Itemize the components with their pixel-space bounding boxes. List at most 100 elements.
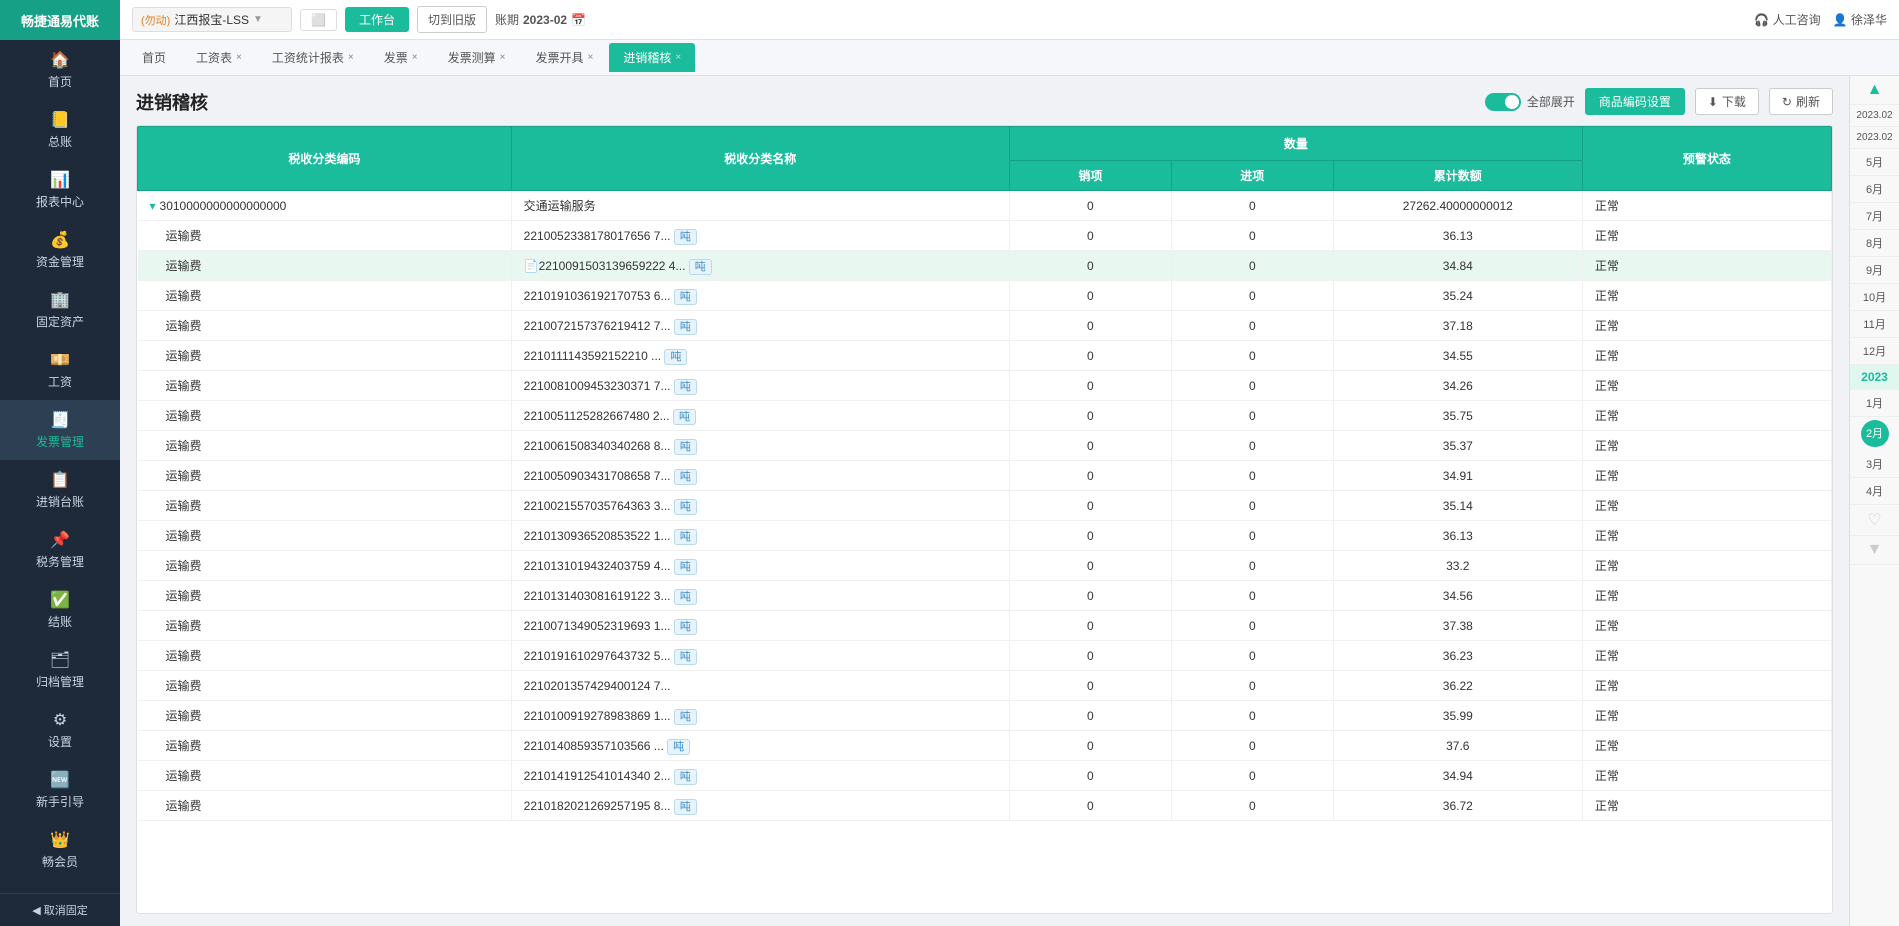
col-sales: 销项 <box>1009 161 1171 191</box>
row-total: 34.94 <box>1333 761 1582 791</box>
nav-down[interactable]: ▼ <box>1850 536 1899 565</box>
row-status: 正常 <box>1582 611 1831 641</box>
company-tag: (勿动) <box>141 12 170 28</box>
expand-toggle[interactable]: 全部展开 <box>1485 93 1575 111</box>
avatar-icon: 👤 <box>1833 13 1848 27</box>
user-label[interactable]: 👤 徐泽华 <box>1833 11 1887 28</box>
company-name: 江西报宝-LSS <box>174 11 249 28</box>
collapse-icon[interactable]: ▾ <box>150 199 156 213</box>
toggle-track[interactable] <box>1485 93 1521 111</box>
sidebar-item-checkout[interactable]: ✅ 结账 <box>0 580 120 640</box>
row-input: 0 <box>1171 311 1333 341</box>
table-row: 运输费 2210081009453230371 7... 吨 0 0 34.26… <box>138 371 1832 401</box>
table-row: 运输费 2210052338178017656 7... 吨 0 0 36.13… <box>138 221 1832 251</box>
tab-home[interactable]: 首页 <box>128 43 180 72</box>
row-status: 正常 <box>1582 371 1831 401</box>
month-12[interactable]: 12月 <box>1850 338 1899 365</box>
row-code: 运输费 <box>138 611 512 641</box>
month-5[interactable]: 5月 <box>1850 149 1899 176</box>
close-icon[interactable]: × <box>348 52 354 63</box>
reports-icon: 📊 <box>50 170 70 190</box>
sidebar-item-member[interactable]: 👑 畅会员 <box>0 820 120 880</box>
download-button[interactable]: ⬇ 下载 <box>1695 88 1759 115</box>
month-10[interactable]: 10月 <box>1850 284 1899 311</box>
sidebar-item-label: 畅会员 <box>42 853 78 870</box>
table-row: 运输费 2210072157376219412 7... 吨 0 0 37.18… <box>138 311 1832 341</box>
row-input: 0 <box>1171 401 1333 431</box>
month-3[interactable]: 3月 <box>1850 451 1899 478</box>
document-icon[interactable]: 📄 <box>524 259 539 273</box>
copy-button[interactable]: ⬜ <box>300 9 337 31</box>
col-quantity: 数量 <box>1009 127 1582 161</box>
sidebar-item-label: 报表中心 <box>36 193 84 210</box>
unpin-button[interactable]: ◀︎ 取消固定 <box>0 893 120 926</box>
year-month-2023-02-top: 2023.02 <box>1850 105 1899 127</box>
unit-tag: 吨 <box>674 799 697 815</box>
unit-tag: 吨 <box>674 289 697 305</box>
tab-invoice-calc[interactable]: 发票测算 × <box>434 43 520 72</box>
sidebar-item-assets[interactable]: 🏢 固定资产 <box>0 280 120 340</box>
month-6[interactable]: 6月 <box>1850 176 1899 203</box>
row-status: 正常 <box>1582 521 1831 551</box>
close-icon[interactable]: × <box>587 52 593 63</box>
sidebar-item-reports[interactable]: 📊 报表中心 <box>0 160 120 220</box>
row-sales: 0 <box>1009 401 1171 431</box>
month-11[interactable]: 11月 <box>1850 311 1899 338</box>
sidebar-item-sales[interactable]: 📋 进销台账 <box>0 460 120 520</box>
capital-icon: 💰 <box>50 230 70 250</box>
workbench-button[interactable]: 工作台 <box>345 7 409 32</box>
switch-version-button[interactable]: 切到旧版 <box>417 6 487 33</box>
sidebar-item-guide[interactable]: 🆕 新手引导 <box>0 760 120 820</box>
sidebar-item-label: 工资 <box>48 373 72 390</box>
unit-tag: 吨 <box>674 499 697 515</box>
sidebar-item-salary[interactable]: 💴 工资 <box>0 340 120 400</box>
sidebar-item-archive[interactable]: 🗂 归档管理 <box>0 640 120 700</box>
month-7[interactable]: 7月 <box>1850 203 1899 230</box>
table-row: 运输费 2210111143592152210 ... 吨 0 0 34.55 … <box>138 341 1832 371</box>
sidebar-item-settings[interactable]: ⚙ 设置 <box>0 700 120 760</box>
tab-invoices[interactable]: 发票 × <box>370 43 432 72</box>
row-invoice: 2210201357429400124 7... <box>511 671 1009 701</box>
row-invoice: 2210021557035764363 3... 吨 <box>511 491 1009 521</box>
row-sales: 0 <box>1009 461 1171 491</box>
close-icon[interactable]: × <box>500 52 506 63</box>
support-label[interactable]: 🎧 人工咨询 <box>1754 11 1820 28</box>
row-code: 运输费 <box>138 341 512 371</box>
year-2023[interactable]: 2023 <box>1850 365 1899 390</box>
close-icon[interactable]: × <box>236 52 242 63</box>
checkout-icon: ✅ <box>50 590 70 610</box>
row-code: 运输费 <box>138 281 512 311</box>
month-4[interactable]: 4月 <box>1850 478 1899 505</box>
nav-up[interactable]: ▲ <box>1850 76 1899 105</box>
month-2-active[interactable]: 2月 <box>1861 420 1889 448</box>
row-sales: 0 <box>1009 581 1171 611</box>
row-sales: 0 <box>1009 281 1171 311</box>
row-total: 37.38 <box>1333 611 1582 641</box>
row-invoice: 2210141912541014340 2... 吨 <box>511 761 1009 791</box>
tab-invoice-open[interactable]: 发票开具 × <box>521 43 607 72</box>
col-status: 预警状态 <box>1582 127 1831 191</box>
sidebar-item-tax[interactable]: 📌 税务管理 <box>0 520 120 580</box>
sidebar-item-invoice[interactable]: 🧾 发票管理 <box>0 400 120 460</box>
close-icon[interactable]: × <box>675 52 681 63</box>
sidebar-item-home[interactable]: 🏠 首页 <box>0 40 120 100</box>
favorite-icon[interactable]: ♡ <box>1850 505 1899 536</box>
data-table: 税收分类编码 税收分类名称 数量 预警状态 销项 进项 累计数额 <box>136 125 1833 914</box>
settings-button[interactable]: 商品编码设置 <box>1585 88 1685 115</box>
tab-salary-table[interactable]: 工资表 × <box>182 43 256 72</box>
tab-purchase-sales[interactable]: 进销稽核 × <box>609 43 695 72</box>
col-code: 税收分类编码 <box>138 127 512 191</box>
row-input: 0 <box>1171 581 1333 611</box>
sidebar-item-ledger[interactable]: 📒 总账 <box>0 100 120 160</box>
row-code: 运输费 <box>138 461 512 491</box>
close-icon[interactable]: × <box>412 52 418 63</box>
sidebar-item-capital[interactable]: 💰 资金管理 <box>0 220 120 280</box>
row-status: 正常 <box>1582 761 1831 791</box>
month-9[interactable]: 9月 <box>1850 257 1899 284</box>
tab-salary-stats[interactable]: 工资统计报表 × <box>258 43 368 72</box>
calendar-icon[interactable]: 📅 <box>571 13 586 27</box>
month-8[interactable]: 8月 <box>1850 230 1899 257</box>
month-1[interactable]: 1月 <box>1850 390 1899 417</box>
refresh-button[interactable]: ↻ 刷新 <box>1769 88 1833 115</box>
company-selector[interactable]: (勿动) 江西报宝-LSS ▼ <box>132 7 292 32</box>
